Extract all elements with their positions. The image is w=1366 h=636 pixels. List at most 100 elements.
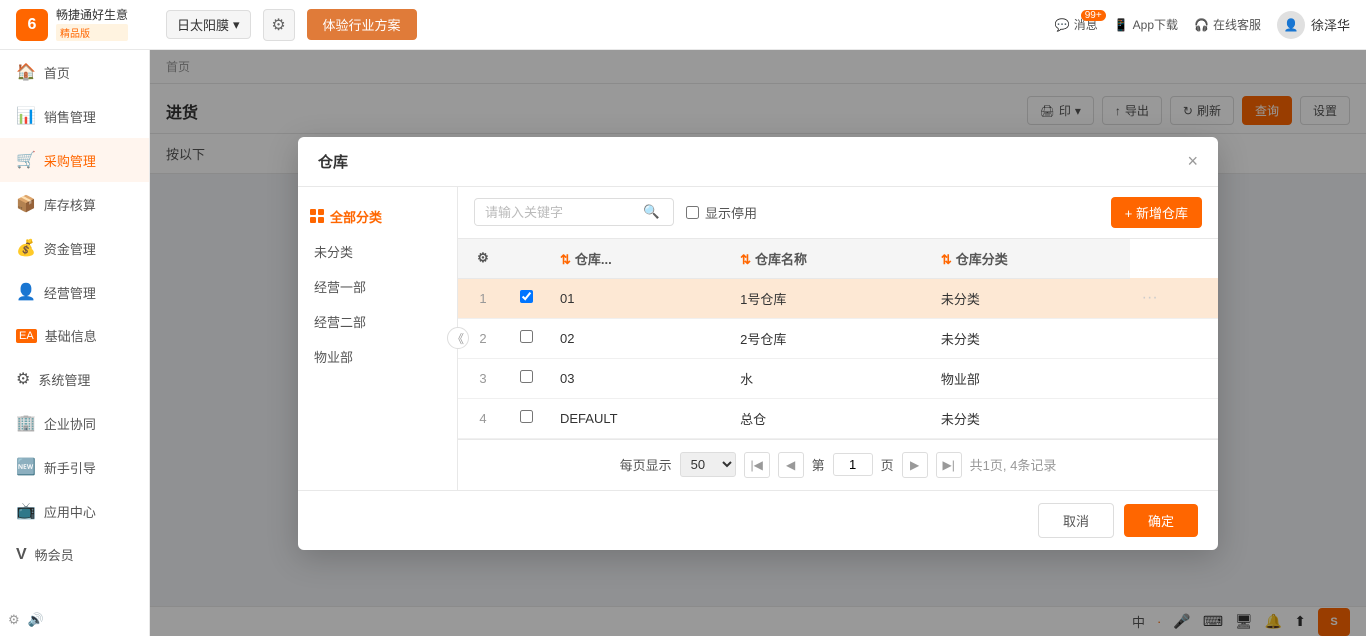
page-suffix: 页	[881, 455, 894, 474]
table-row[interactable]: 2 02 2号仓库 未分类	[458, 318, 1218, 358]
finance-icon: 💰	[16, 238, 36, 258]
logo-area: 6 畅捷通好生意 精品版	[16, 8, 166, 41]
row-num-1: 1	[458, 278, 508, 318]
member-icon: V	[16, 546, 27, 564]
messages-button[interactable]: 💬 消息 99+	[1055, 16, 1098, 33]
prev-page-button[interactable]: ◀	[778, 452, 804, 478]
sidebar-item-finance[interactable]: 💰 资金管理	[0, 226, 149, 270]
system-icon: ⚙	[16, 369, 30, 389]
user-menu[interactable]: 👤 徐泽华	[1277, 11, 1350, 39]
logo-text: 畅捷通好生意	[56, 8, 128, 24]
table-toolbar: 🔍 显示停用 + 新增仓库	[458, 187, 1218, 239]
sidebar-item-operations[interactable]: 👤 经营管理	[0, 270, 149, 314]
sidebar-item-enterprise[interactable]: 🏢 企业协同	[0, 401, 149, 445]
main-layout: 🏠 首页 📊 销售管理 🛒 采购管理 📦 库存核算 💰 资金管理 👤 经营管理 …	[0, 50, 1366, 636]
per-page-label: 每页显示	[620, 455, 672, 474]
category-dept1[interactable]: 经营一部	[298, 269, 457, 304]
settings-bottom-icon[interactable]: ⚙	[8, 612, 20, 628]
search-input[interactable]	[475, 200, 635, 225]
appcenter-icon: 📺	[16, 501, 36, 521]
sidebar-item-member[interactable]: V 畅会员	[0, 533, 149, 576]
category-unclassified[interactable]: 未分类	[298, 234, 457, 269]
message-icon: 💬	[1055, 18, 1070, 32]
row-num-3: 3	[458, 358, 508, 398]
settings-button[interactable]: ⚙	[263, 9, 295, 41]
category-property[interactable]: 物业部	[298, 339, 457, 374]
speaker-icon[interactable]: 🔊	[28, 612, 44, 628]
pagination-bar: 每页显示 50 20 100 |◀ ◀ 第 页 ▶	[458, 439, 1218, 490]
row-code-3: 03	[548, 358, 728, 398]
headset-icon: 🎧	[1194, 18, 1209, 32]
row-name-2: 2号仓库	[728, 318, 929, 358]
col-settings: ⚙	[458, 239, 508, 279]
sidebar-item-basics[interactable]: EA 基础信息	[0, 314, 149, 357]
row-name-3: 水	[728, 358, 929, 398]
first-page-button[interactable]: |◀	[744, 452, 770, 478]
page-input[interactable]	[833, 453, 873, 476]
basics-icon: EA	[16, 329, 37, 343]
grid-icon	[310, 209, 324, 223]
modal-close-button[interactable]: ×	[1187, 152, 1198, 170]
home-icon: 🏠	[16, 62, 36, 82]
modal-footer: 取消 确定	[298, 490, 1218, 550]
row-category-3: 物业部	[929, 358, 1130, 398]
col-category[interactable]: ⇅仓库分类	[929, 239, 1130, 279]
table-row[interactable]: 1 01 1号仓库 未分类 ···	[458, 278, 1218, 318]
next-page-button[interactable]: ▶	[902, 452, 928, 478]
sidebar-item-inventory[interactable]: 📦 库存核算	[0, 182, 149, 226]
collapse-panel-button[interactable]: 《	[447, 327, 469, 349]
app-download-button[interactable]: 📱 App下载	[1114, 16, 1178, 33]
add-warehouse-button[interactable]: + 新增仓库	[1111, 197, 1202, 228]
modal-header: 仓库 ×	[298, 137, 1218, 187]
row-name-4: 总仓	[728, 398, 929, 438]
message-badge: 99+	[1081, 10, 1106, 21]
total-info: 共1页, 4条记录	[970, 455, 1057, 474]
show-disabled-label[interactable]: 显示停用	[686, 203, 757, 222]
cancel-button[interactable]: 取消	[1038, 503, 1114, 538]
row-category-1: 未分类	[929, 278, 1130, 318]
sidebar-item-system[interactable]: ⚙ 系统管理	[0, 357, 149, 401]
confirm-button[interactable]: 确定	[1124, 504, 1198, 537]
row-code-4: DEFAULT	[548, 398, 728, 438]
sidebar-item-sales[interactable]: 📊 销售管理	[0, 94, 149, 138]
chevron-down-icon: ▾	[233, 17, 240, 33]
online-service-button[interactable]: 🎧 在线客服	[1194, 16, 1261, 33]
row-checkbox-3[interactable]	[508, 358, 548, 398]
enterprise-icon: 🏢	[16, 413, 36, 433]
company-selector[interactable]: 日太阳膜 ▾	[166, 10, 251, 39]
table-panel: 🔍 显示停用 + 新增仓库	[458, 187, 1218, 490]
trial-button[interactable]: 体验行业方案	[307, 9, 417, 40]
row-actions-1[interactable]: ···	[1142, 289, 1158, 306]
search-button[interactable]: 🔍	[635, 199, 668, 225]
sidebar-item-purchase[interactable]: 🛒 采购管理	[0, 138, 149, 182]
category-dept2[interactable]: 经营二部	[298, 304, 457, 339]
modal-overlay: 仓库 × 全部分类 《 未分类	[150, 50, 1366, 636]
row-checkbox-1[interactable]	[508, 278, 548, 318]
logo-icon: 6	[16, 9, 48, 41]
table-row[interactable]: 4 DEFAULT 总仓 未分类	[458, 398, 1218, 438]
header-right: 💬 消息 99+ 📱 App下载 🎧 在线客服 👤 徐泽华	[1055, 11, 1350, 39]
operations-icon: 👤	[16, 282, 36, 302]
modal-body: 全部分类 《 未分类 经营一部 经营二部 物业部	[298, 187, 1218, 490]
row-checkbox-2[interactable]	[508, 318, 548, 358]
sidebar-item-appcenter[interactable]: 📺 应用中心	[0, 489, 149, 533]
col-name[interactable]: ⇅仓库名称	[728, 239, 929, 279]
logo-badge: 精品版	[56, 24, 128, 41]
row-num-4: 4	[458, 398, 508, 438]
show-disabled-checkbox[interactable]	[686, 206, 699, 219]
avatar: 👤	[1277, 11, 1305, 39]
col-checkbox	[508, 239, 548, 279]
per-page-select[interactable]: 50 20 100	[680, 452, 736, 477]
row-category-2: 未分类	[929, 318, 1130, 358]
last-page-button[interactable]: ▶|	[936, 452, 962, 478]
col-code[interactable]: ⇅仓库...	[548, 239, 728, 279]
row-category-4: 未分类	[929, 398, 1130, 438]
search-box: 🔍	[474, 198, 674, 226]
warehouse-modal: 仓库 × 全部分类 《 未分类	[298, 137, 1218, 550]
sidebar-item-home[interactable]: 🏠 首页	[0, 50, 149, 94]
sidebar-item-guide[interactable]: 🆕 新手引导	[0, 445, 149, 489]
all-category-item[interactable]: 全部分类	[298, 199, 457, 234]
guide-icon: 🆕	[16, 457, 36, 477]
row-checkbox-4[interactable]	[508, 398, 548, 438]
table-row[interactable]: 3 03 水 物业部	[458, 358, 1218, 398]
